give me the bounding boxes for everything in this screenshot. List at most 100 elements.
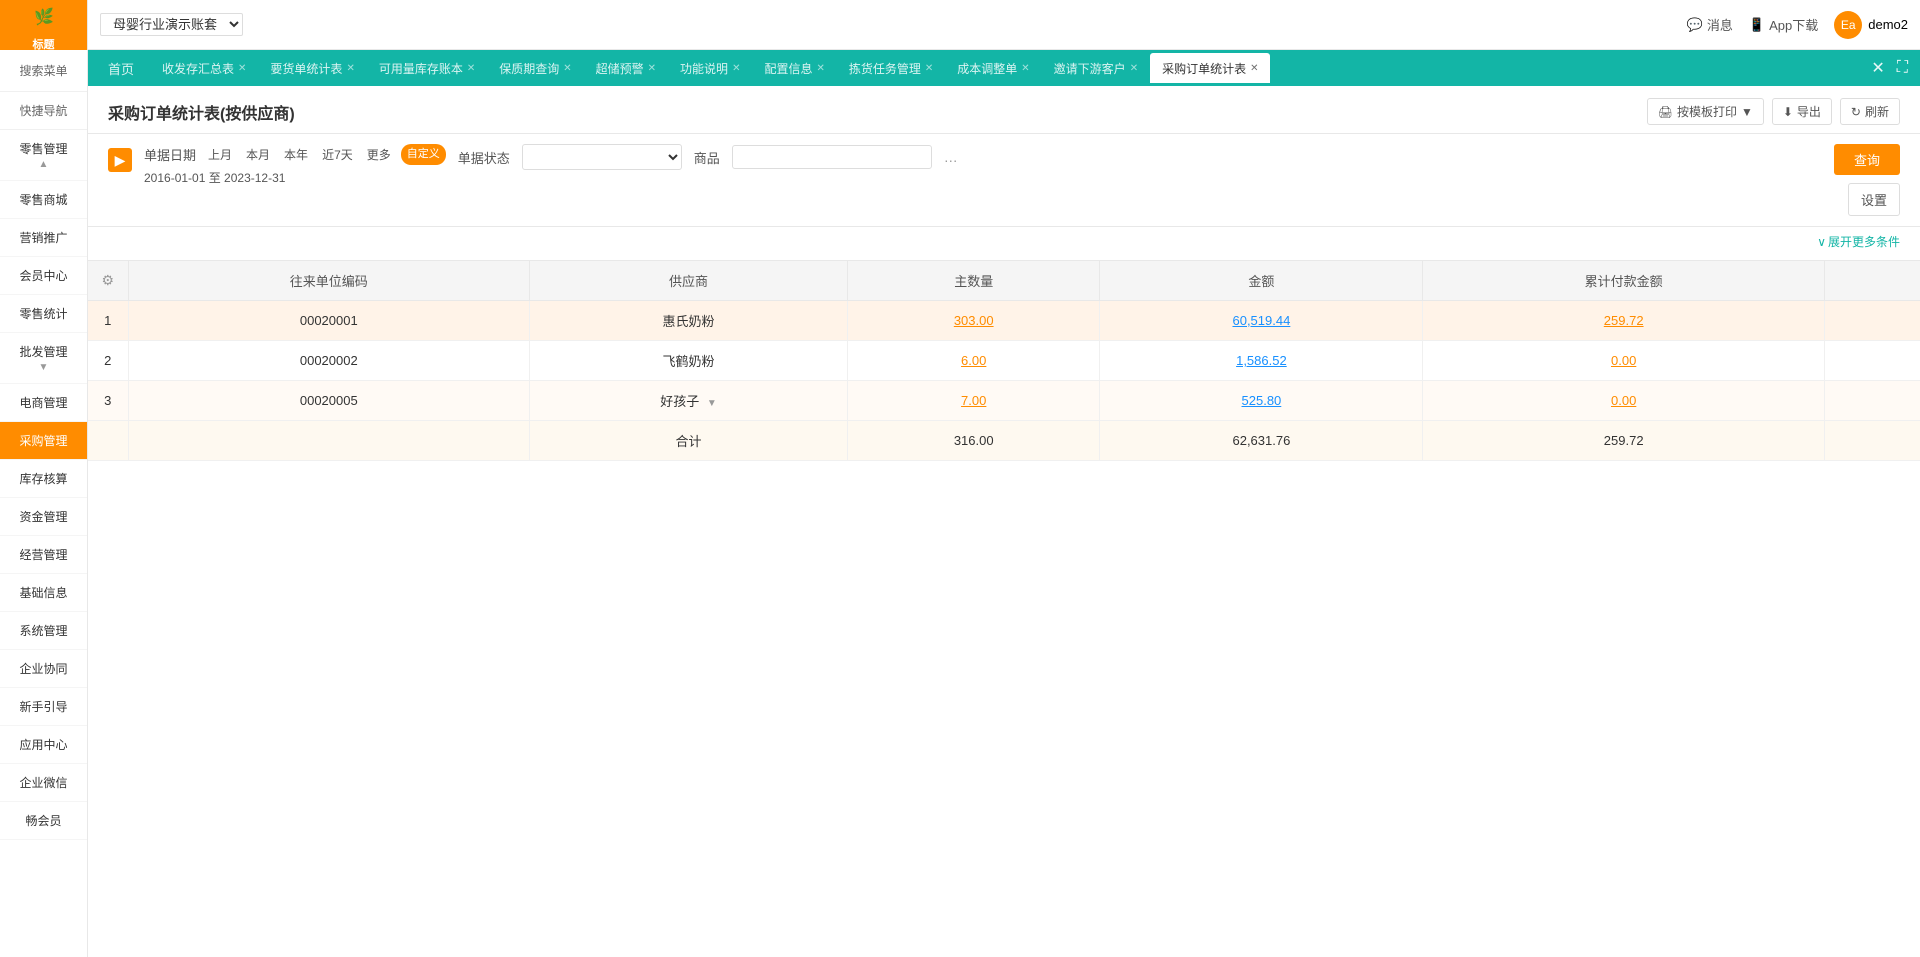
sidebar-item-shop[interactable]: 零售商城: [0, 181, 87, 219]
td-qty[interactable]: 303.00: [847, 301, 1099, 341]
tab-home-label: 首页: [108, 59, 134, 78]
table-body: 1 00020001 惠氏奶粉 303.00 60,519.44 259.72 …: [88, 301, 1920, 421]
tab-pick-task[interactable]: 拣货任务管理 ✕: [837, 53, 945, 83]
table-row[interactable]: 2 00020002 飞鹤奶粉 6.00 1,586.52 0.00: [88, 341, 1920, 381]
tab-avail-stock-close[interactable]: ✕: [467, 63, 475, 74]
tab-goods-stat[interactable]: 要货单统计表 ✕: [258, 53, 366, 83]
print-button[interactable]: 🖨 按模板打印 ▼: [1647, 98, 1764, 125]
filter-status-select[interactable]: [522, 144, 682, 170]
tab-invite-downstream-close[interactable]: ✕: [1130, 63, 1138, 74]
sidebar-item-enterprise[interactable]: 企业协同: [0, 650, 87, 688]
tf-extra: [1824, 421, 1920, 461]
td-qty[interactable]: 7.00: [847, 381, 1099, 421]
tab-overstock-close[interactable]: ✕: [648, 63, 656, 74]
refresh-button[interactable]: ↻ 刷新: [1840, 98, 1900, 125]
sidebar-item-system[interactable]: 系统管理: [0, 612, 87, 650]
td-amount[interactable]: 525.80: [1100, 381, 1423, 421]
export-button[interactable]: ⬇ 导出: [1772, 98, 1832, 125]
sidebar-item-operation[interactable]: 经营管理: [0, 536, 87, 574]
sidebar-item-basic[interactable]: 基础信息: [0, 574, 87, 612]
tab-home[interactable]: 首页: [92, 53, 150, 83]
filter-middle: 单据状态 商品 …: [458, 144, 1822, 170]
sidebar-item-basic-label: 基础信息: [19, 584, 67, 601]
td-amount[interactable]: 60,519.44: [1100, 301, 1423, 341]
sidebar-item-retail-stat[interactable]: 零售统计: [0, 295, 87, 333]
tab-func-desc-label: 功能说明: [680, 60, 728, 77]
sidebar-item-purchase[interactable]: 采购管理: [0, 422, 87, 460]
td-paid[interactable]: 0.00: [1423, 341, 1825, 381]
account-select[interactable]: 母婴行业演示账套: [100, 13, 243, 36]
avatar-initials: Ea: [1841, 18, 1856, 32]
tab-cost-adj-close[interactable]: ✕: [1021, 63, 1029, 74]
filter-toggle-button[interactable]: ▶: [108, 148, 132, 172]
shortcut-this-month[interactable]: 本月: [242, 144, 274, 165]
tab-invite-downstream[interactable]: 邀请下游客户 ✕: [1042, 53, 1150, 83]
tab-close-all-button[interactable]: ✕: [1867, 56, 1888, 80]
td-paid[interactable]: 0.00: [1423, 381, 1825, 421]
filter-goods-more-icon[interactable]: …: [944, 149, 958, 165]
tab-avail-stock[interactable]: 可用量库存账本 ✕: [367, 53, 487, 83]
tab-overstock[interactable]: 超储预警 ✕: [584, 53, 668, 83]
settings-icon[interactable]: ⚙: [101, 272, 114, 288]
sidebar-item-appstore-label: 应用中心: [19, 736, 67, 753]
sidebar-item-wechat[interactable]: 企业微信: [0, 764, 87, 802]
td-qty[interactable]: 6.00: [847, 341, 1099, 381]
sidebar-item-wholesale[interactable]: 批发管理 ▼: [0, 333, 87, 384]
tab-expiry[interactable]: 保质期查询 ✕: [487, 53, 583, 83]
sidebar-item-inventory[interactable]: 库存核算: [0, 460, 87, 498]
table-row[interactable]: 1 00020001 惠氏奶粉 303.00 60,519.44 259.72: [88, 301, 1920, 341]
tab-func-desc-close[interactable]: ✕: [732, 63, 740, 74]
shortcut-this-year[interactable]: 本年: [280, 144, 312, 165]
query-button[interactable]: 查询: [1834, 144, 1900, 175]
sidebar-item-member[interactable]: 会员中心: [0, 257, 87, 295]
setting-button[interactable]: 设置: [1848, 183, 1900, 216]
filter-status-wrap: [522, 144, 682, 170]
sidebar-item-wechat-label: 企业微信: [19, 774, 67, 791]
filter-goods-input[interactable]: [732, 145, 932, 169]
user-menu-button[interactable]: Ea demo2: [1834, 11, 1908, 39]
search-menu-button[interactable]: 搜索菜单: [6, 58, 81, 83]
tab-receive-summary[interactable]: 收发存汇总表 ✕: [150, 53, 258, 83]
tab-goods-stat-close[interactable]: ✕: [346, 63, 354, 74]
shortcut-last-month[interactable]: 上月: [204, 144, 236, 165]
tab-expiry-close[interactable]: ✕: [563, 63, 571, 74]
filter-date-range-row: 2016-01-01 至 2023-12-31: [144, 169, 446, 186]
shortcut-last-7days[interactable]: 近7天: [318, 144, 357, 165]
td-extra: [1824, 301, 1920, 341]
filter-expand-button[interactable]: ∨ 展开更多条件: [1817, 233, 1900, 250]
quick-nav-button[interactable]: 快捷导航: [0, 96, 87, 125]
tf-empty1: [88, 421, 128, 461]
tab-purchase-order-stat-label: 采购订单统计表: [1162, 60, 1246, 77]
supplier-expand-icon[interactable]: ▼: [707, 398, 717, 409]
tab-purchase-order-stat[interactable]: 采购订单统计表 ✕: [1150, 53, 1270, 83]
topbar-right: 💬 消息 📱 App下载 Ea demo2: [1687, 11, 1908, 39]
sidebar-item-newbie[interactable]: 新手引导: [0, 688, 87, 726]
sidebar-item-marketing[interactable]: 营销推广: [0, 219, 87, 257]
tab-pick-task-label: 拣货任务管理: [849, 60, 921, 77]
message-label: 消息: [1707, 15, 1733, 34]
tab-cost-adj[interactable]: 成本调整单 ✕: [945, 53, 1041, 83]
tab-maximize-button[interactable]: ⛶: [1893, 57, 1912, 79]
shortcut-more[interactable]: 更多: [363, 144, 395, 165]
sidebar-item-ecom[interactable]: 电商管理: [0, 384, 87, 422]
tab-config-close[interactable]: ✕: [816, 63, 824, 74]
table-row[interactable]: 3 00020005 好孩子 ▼ 7.00 525.80 0.00: [88, 381, 1920, 421]
sidebar-item-retail-label: 零售管理: [19, 140, 67, 157]
sidebar-item-retail[interactable]: 零售管理 ▲: [0, 130, 87, 181]
tab-purchase-order-stat-close[interactable]: ✕: [1250, 63, 1258, 74]
filter-goods-label: 商品: [694, 148, 720, 167]
sidebar-item-finance[interactable]: 资金管理: [0, 498, 87, 536]
sidebar-item-vip[interactable]: 畅会员: [0, 802, 87, 840]
tab-receive-summary-close[interactable]: ✕: [238, 63, 246, 74]
tab-config[interactable]: 配置信息 ✕: [752, 53, 836, 83]
tab-func-desc[interactable]: 功能说明 ✕: [668, 53, 752, 83]
app-download-button[interactable]: 📱 App下载: [1749, 15, 1818, 34]
message-button[interactable]: 💬 消息: [1687, 15, 1733, 34]
td-amount[interactable]: 1,586.52: [1100, 341, 1423, 381]
sidebar-item-appstore[interactable]: 应用中心: [0, 726, 87, 764]
app-download-icon: 📱: [1749, 17, 1765, 33]
tab-pick-task-close[interactable]: ✕: [925, 63, 933, 74]
td-paid[interactable]: 259.72: [1423, 301, 1825, 341]
tab-avail-stock-label: 可用量库存账本: [379, 60, 463, 77]
filter-custom-badge[interactable]: 自定义: [401, 144, 446, 165]
